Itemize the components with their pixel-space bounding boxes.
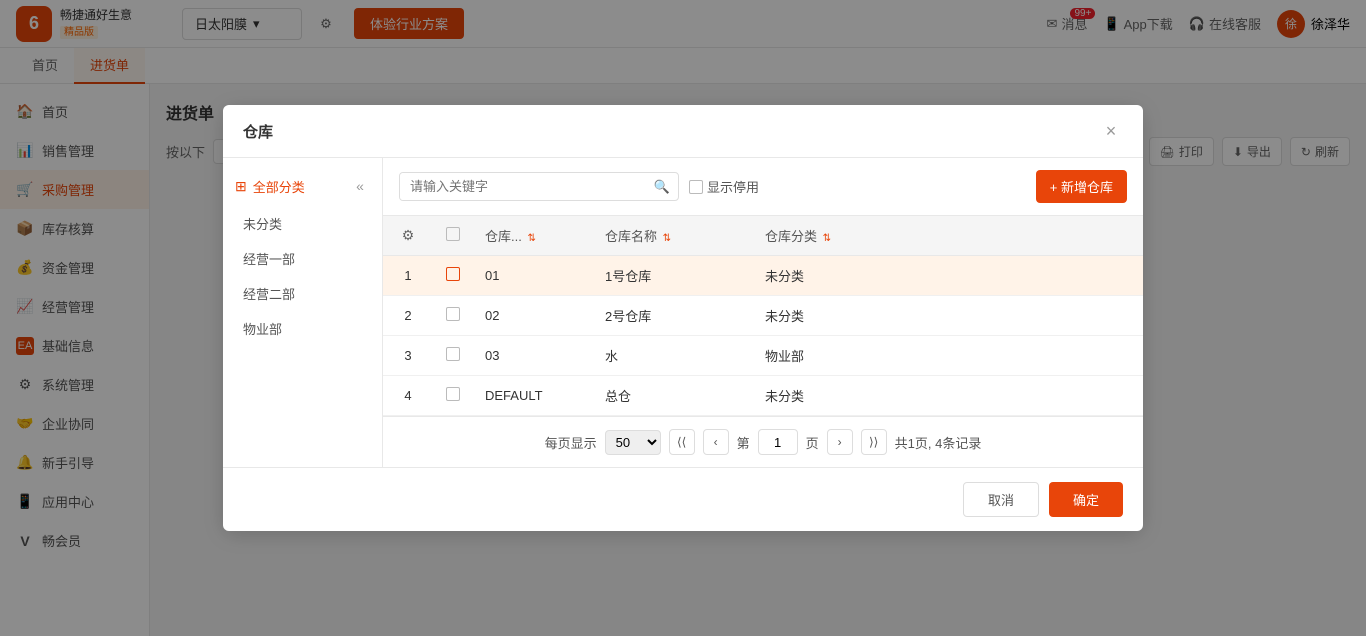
th-checkbox xyxy=(433,216,473,256)
prev-page-button[interactable]: ‹ xyxy=(703,429,729,455)
warehouse-table: ⚙ 仓库... ⇅ 仓库名称 xyxy=(383,216,1143,416)
search-input[interactable] xyxy=(400,173,646,200)
th-code-label: 仓库... xyxy=(485,229,522,244)
th-category-label: 仓库分类 xyxy=(765,229,817,244)
row-category: 未分类 xyxy=(753,256,1143,296)
row-checkbox[interactable] xyxy=(433,256,473,296)
row-category: 未分类 xyxy=(753,296,1143,336)
show-disabled-label[interactable]: 显示停用 xyxy=(689,177,759,196)
row-code: DEFAULT xyxy=(473,376,593,416)
th-code: 仓库... ⇅ xyxy=(473,216,593,256)
modal-footer: 取消 确定 xyxy=(223,467,1143,531)
category-item-property[interactable]: 物业部 xyxy=(223,311,382,346)
modal-close-button[interactable]: × xyxy=(1099,119,1123,143)
th-settings: ⚙ xyxy=(383,216,433,256)
page-size-select[interactable]: 50 20 100 xyxy=(605,430,661,455)
confirm-button[interactable]: 确定 xyxy=(1049,482,1123,517)
settings-col-icon[interactable]: ⚙ xyxy=(402,227,415,243)
modal-title: 仓库 xyxy=(243,121,273,142)
row-name: 2号仓库 xyxy=(593,296,753,336)
next-page-button[interactable]: › xyxy=(827,429,853,455)
table-row[interactable]: 3 03 水 物业部 xyxy=(383,336,1143,376)
row-name: 总仓 xyxy=(593,376,753,416)
page-end-label: 页 xyxy=(806,433,819,452)
th-category: 仓库分类 ⇅ xyxy=(753,216,1143,256)
sort-code-icon[interactable]: ⇅ xyxy=(527,233,535,244)
row-code: 01 xyxy=(473,256,593,296)
row-code: 02 xyxy=(473,296,593,336)
row-num: 1 xyxy=(383,256,433,296)
select-all-checkbox[interactable] xyxy=(446,227,460,241)
first-page-button[interactable]: ⟨⟨ xyxy=(669,429,695,455)
row-num: 4 xyxy=(383,376,433,416)
th-name-label: 仓库名称 xyxy=(605,229,657,244)
row-category: 未分类 xyxy=(753,376,1143,416)
row-name: 水 xyxy=(593,336,753,376)
table-body: 1 01 1号仓库 未分类 2 02 2号仓库 xyxy=(383,256,1143,416)
all-categories-label: 全部分类 xyxy=(253,177,305,196)
table-head: ⚙ 仓库... ⇅ 仓库名称 xyxy=(383,216,1143,256)
collapse-button[interactable]: « xyxy=(350,176,370,196)
per-page-label: 每页显示 xyxy=(545,433,597,452)
cancel-button[interactable]: 取消 xyxy=(963,482,1039,517)
row-checkbox[interactable] xyxy=(433,376,473,416)
row-checkbox[interactable] xyxy=(433,336,473,376)
category-item-unclassified[interactable]: 未分类 xyxy=(223,206,382,241)
modal-overlay: 仓库 × ⊞ 全部分类 « 未分类 经营一部 经营二部 物业部 xyxy=(0,0,1366,636)
row-name: 1号仓库 xyxy=(593,256,753,296)
row-checkbox[interactable] xyxy=(433,296,473,336)
sort-name-icon[interactable]: ⇅ xyxy=(663,233,671,244)
search-box: 🔍 xyxy=(399,172,679,201)
category-item-operations2[interactable]: 经营二部 xyxy=(223,276,382,311)
category-header: ⊞ 全部分类 « xyxy=(223,170,382,206)
grid-icon: ⊞ xyxy=(235,178,247,195)
table-row[interactable]: 2 02 2号仓库 未分类 xyxy=(383,296,1143,336)
table-row[interactable]: 1 01 1号仓库 未分类 xyxy=(383,256,1143,296)
table-row[interactable]: 4 DEFAULT 总仓 未分类 xyxy=(383,376,1143,416)
table-toolbar: 🔍 显示停用 + 新增仓库 xyxy=(383,158,1143,216)
modal-body: ⊞ 全部分类 « 未分类 经营一部 经营二部 物业部 🔍 xyxy=(223,158,1143,467)
data-table: ⚙ 仓库... ⇅ 仓库名称 xyxy=(383,216,1143,416)
th-name: 仓库名称 ⇅ xyxy=(593,216,753,256)
search-button[interactable]: 🔍 xyxy=(646,179,678,195)
category-item-operations1[interactable]: 经营一部 xyxy=(223,241,382,276)
modal-header: 仓库 × xyxy=(223,105,1143,158)
warehouse-modal: 仓库 × ⊞ 全部分类 « 未分类 经营一部 经营二部 物业部 xyxy=(223,105,1143,531)
show-disabled-checkbox[interactable] xyxy=(689,180,703,194)
last-page-button[interactable]: ⟩⟩ xyxy=(861,429,887,455)
row-category: 物业部 xyxy=(753,336,1143,376)
total-info: 共1页, 4条记录 xyxy=(895,433,982,452)
row-num: 2 xyxy=(383,296,433,336)
add-warehouse-button[interactable]: + 新增仓库 xyxy=(1036,170,1127,203)
sort-category-icon[interactable]: ⇅ xyxy=(823,233,831,244)
category-panel: ⊞ 全部分类 « 未分类 经营一部 经营二部 物业部 xyxy=(223,158,383,467)
page-label: 第 xyxy=(737,433,750,452)
page-number-input[interactable] xyxy=(758,429,798,455)
row-code: 03 xyxy=(473,336,593,376)
pagination: 每页显示 50 20 100 ⟨⟨ ‹ 第 页 › ⟩⟩ 共1页, 4条记录 xyxy=(383,416,1143,467)
row-num: 3 xyxy=(383,336,433,376)
table-panel: 🔍 显示停用 + 新增仓库 ⚙ xyxy=(383,158,1143,467)
all-categories-btn[interactable]: ⊞ 全部分类 xyxy=(235,177,305,196)
